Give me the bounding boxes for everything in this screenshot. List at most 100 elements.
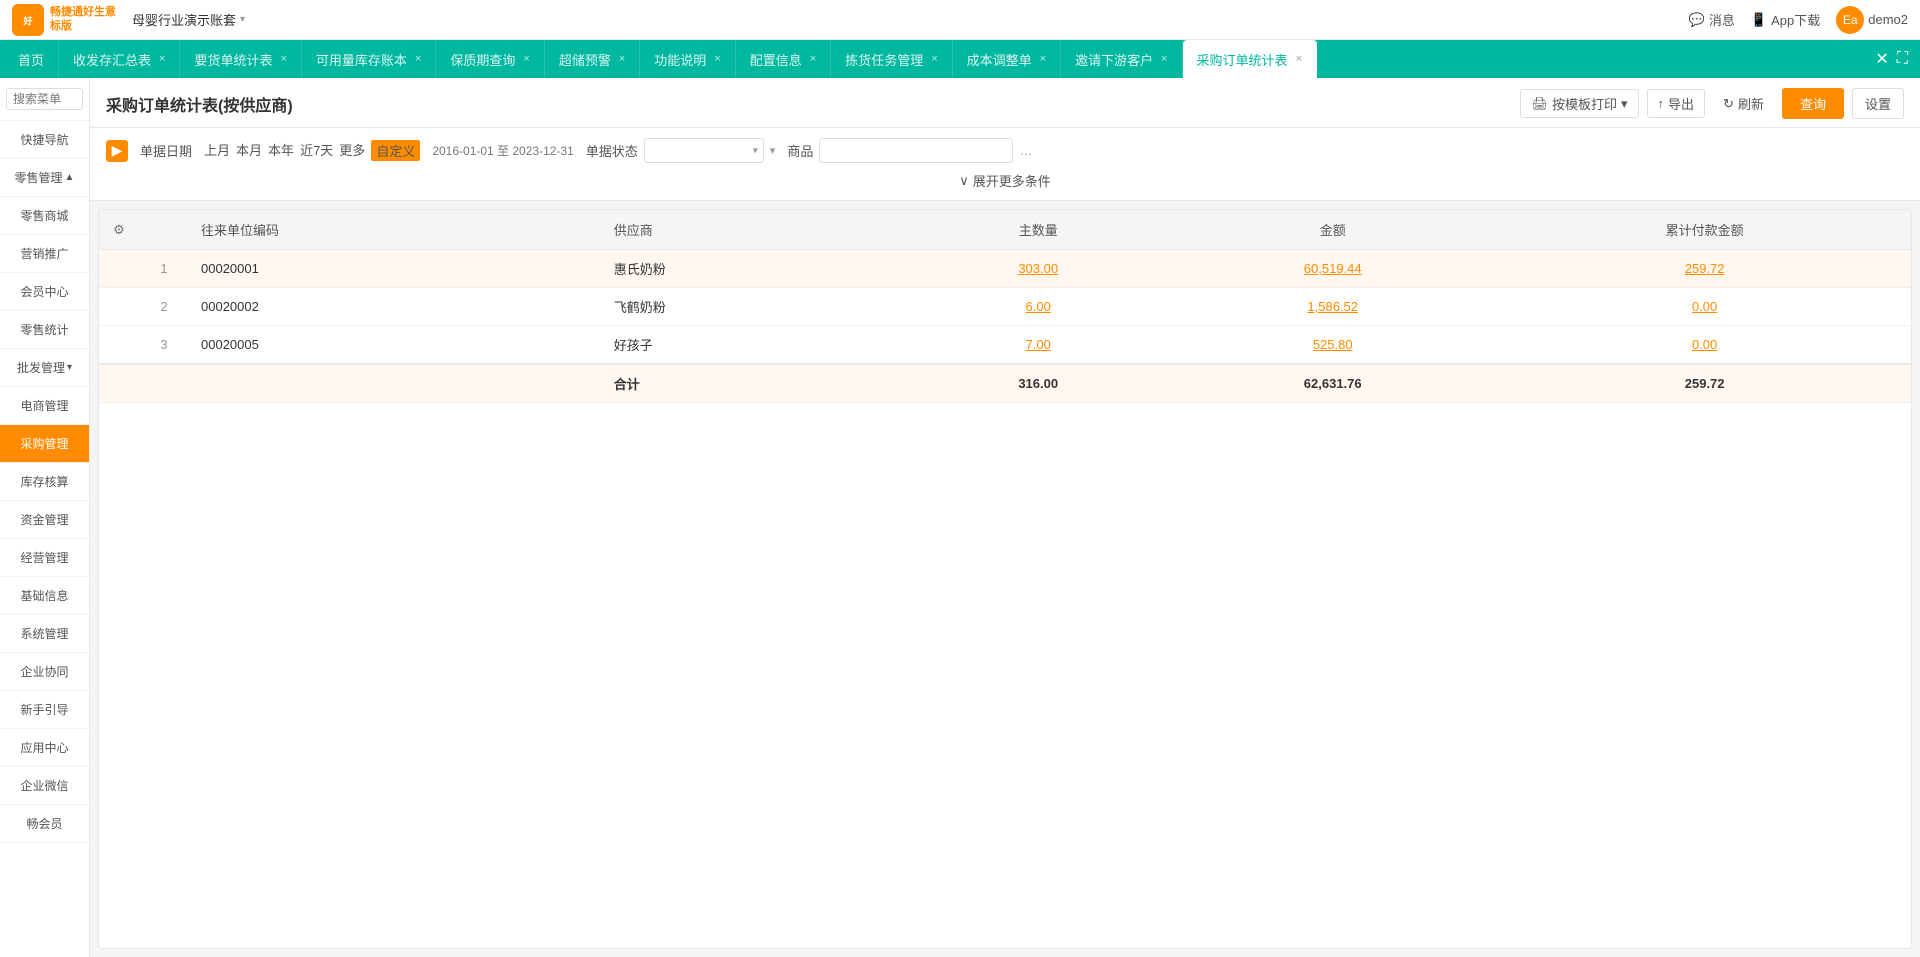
main-qty-link[interactable]: 7.00 [1026, 337, 1051, 352]
sidebar-item-purchase-mgmt[interactable]: 采购管理 [0, 425, 89, 463]
tab-function-desc[interactable]: 功能说明 × [640, 40, 735, 78]
paid-amount-link[interactable]: 0.00 [1692, 337, 1717, 352]
settings-button[interactable]: 设置 [1852, 88, 1904, 119]
date-quick-more[interactable]: 更多 [339, 140, 365, 161]
date-quick-this-year[interactable]: 本年 [268, 140, 294, 161]
date-quick-7days[interactable]: 近7天 [300, 140, 333, 161]
status-label: 单据状态 [586, 141, 638, 160]
expand-icon: ∨ [959, 173, 969, 189]
export-icon: ↑ [1658, 96, 1665, 111]
print-icon: 🖨 [1531, 96, 1548, 112]
refresh-button[interactable]: ↻ 刷新 [1713, 90, 1774, 117]
sidebar-item-marketing[interactable]: 营销推广 [0, 235, 89, 273]
paid-amount-link[interactable]: 259.72 [1685, 261, 1725, 276]
tab-warranty-query[interactable]: 保质期查询 × [436, 40, 544, 78]
goods-more-icon[interactable]: … [1019, 143, 1032, 158]
close-icon[interactable]: × [619, 53, 625, 65]
status-select[interactable] [644, 138, 764, 163]
top-bar-right: 💬 消息 📱 App下载 Ea demo2 [1689, 6, 1908, 34]
footer-empty-gear [99, 364, 139, 403]
row-main-qty: 6.00 [909, 288, 1167, 326]
close-all-tabs-button[interactable]: ✕ [1875, 49, 1888, 69]
amount-link[interactable]: 1,586.52 [1307, 299, 1358, 314]
tab-overstock-warning[interactable]: 超储预警 × [545, 40, 640, 78]
main-qty-link[interactable]: 6.00 [1026, 299, 1051, 314]
row-amount: 60,519.44 [1167, 250, 1498, 288]
workspace-selector[interactable]: 母婴行业演示账套 ▾ [124, 6, 253, 33]
date-quick-this-month[interactable]: 本月 [236, 140, 262, 161]
date-filter-label: 单据日期 [140, 141, 192, 160]
tab-config-info[interactable]: 配置信息 × [736, 40, 831, 78]
close-icon[interactable]: × [931, 53, 937, 65]
sidebar-item-member-center[interactable]: 会员中心 [0, 273, 89, 311]
status-select-wrapper [644, 138, 764, 163]
close-icon[interactable]: × [1040, 53, 1046, 65]
tab-cost-adjust[interactable]: 成本调整单 × [953, 40, 1061, 78]
close-icon[interactable]: × [810, 53, 816, 65]
column-supplier-name: 供应商 [602, 210, 910, 250]
row-supplier-code: 00020001 [189, 250, 602, 288]
tab-purchase-summary[interactable]: 采购订单统计表 × [1183, 40, 1317, 78]
main-qty-link[interactable]: 303.00 [1018, 261, 1058, 276]
row-amount: 1,586.52 [1167, 288, 1498, 326]
table-area: ⚙ 往来单位编码 供应商 主数量 金额 [98, 209, 1912, 949]
sidebar-item-wholesale-mgmt[interactable]: 批发管理 ▾ [0, 349, 89, 387]
sidebar-item-retail-shop[interactable]: 零售商城 [0, 197, 89, 235]
user-profile[interactable]: Ea demo2 [1836, 6, 1908, 34]
sidebar-item-enterprise-collab[interactable]: 企业协同 [0, 653, 89, 691]
tab-receive-summary[interactable]: 收发存汇总表 × [59, 40, 180, 78]
filter-toggle-button[interactable]: ▶ [106, 140, 128, 162]
date-range-display: 2016-01-01 至 2023-12-31 [432, 142, 573, 159]
close-icon[interactable]: × [159, 53, 165, 65]
query-button[interactable]: 查询 [1782, 88, 1844, 119]
row-amount: 525.80 [1167, 326, 1498, 365]
goods-input[interactable] [819, 138, 1013, 163]
sidebar-item-inventory-check[interactable]: 库存核算 [0, 463, 89, 501]
row-gear [99, 288, 139, 326]
app-download-button[interactable]: 📱 App下载 [1751, 10, 1820, 29]
expand-more-button[interactable]: ∨ 展开更多条件 [959, 171, 1051, 190]
table-row: 1 00020001 惠氏奶粉 303.00 60,519.44 259.72 [99, 250, 1911, 288]
close-icon[interactable]: × [523, 53, 529, 65]
amount-link[interactable]: 60,519.44 [1304, 261, 1362, 276]
close-icon[interactable]: × [1296, 53, 1302, 65]
export-button[interactable]: ↑ 导出 [1647, 89, 1706, 118]
close-icon[interactable]: × [1161, 53, 1167, 65]
close-icon[interactable]: × [280, 53, 286, 65]
tab-requisition-summary[interactable]: 要货单统计表 × [180, 40, 301, 78]
row-supplier-name: 惠氏奶粉 [602, 250, 910, 288]
tab-home[interactable]: 首页 [4, 40, 59, 78]
workspace-name: 母婴行业演示账套 [132, 10, 236, 29]
top-bar-left: 好 畅捷通好生意 标版 母婴行业演示账套 ▾ [12, 4, 253, 36]
sidebar-item-retail-stats[interactable]: 零售统计 [0, 311, 89, 349]
table-row: 3 00020005 好孩子 7.00 525.80 0.00 [99, 326, 1911, 365]
close-icon[interactable]: × [415, 53, 421, 65]
sidebar-item-fund-mgmt[interactable]: 资金管理 [0, 501, 89, 539]
column-gear[interactable]: ⚙ [99, 210, 139, 250]
paid-amount-link[interactable]: 0.00 [1692, 299, 1717, 314]
sidebar-item-app-center[interactable]: 应用中心 [0, 729, 89, 767]
tab-pick-task[interactable]: 拣货任务管理 × [831, 40, 952, 78]
sidebar-item-quick-nav[interactable]: 快捷导航 [0, 121, 89, 159]
sidebar-item-new-guide[interactable]: 新手引导 [0, 691, 89, 729]
tab-invite-downstream[interactable]: 邀请下游客户 × [1061, 40, 1182, 78]
maximize-button[interactable]: ⛶ [1897, 50, 1908, 68]
amount-link[interactable]: 525.80 [1313, 337, 1353, 352]
sidebar-item-enterprise-wechat[interactable]: 企业微信 [0, 767, 89, 805]
sidebar-item-ecommerce-mgmt[interactable]: 电商管理 [0, 387, 89, 425]
avatar: Ea [1836, 6, 1864, 34]
date-quick-last-month[interactable]: 上月 [204, 140, 230, 161]
chevron-down-icon: ▲ [65, 172, 75, 183]
row-main-qty: 7.00 [909, 326, 1167, 365]
message-button[interactable]: 💬 消息 [1689, 10, 1735, 29]
tab-available-stock[interactable]: 可用量库存账本 × [302, 40, 436, 78]
sidebar-item-vip-member[interactable]: 畅会员 [0, 805, 89, 843]
print-button[interactable]: 🖨 按模板打印 ▾ [1520, 89, 1638, 118]
sidebar-item-basic-info[interactable]: 基础信息 [0, 577, 89, 615]
close-icon[interactable]: × [714, 53, 720, 65]
sidebar-item-ops-mgmt[interactable]: 经营管理 [0, 539, 89, 577]
sidebar-item-sys-mgmt[interactable]: 系统管理 [0, 615, 89, 653]
refresh-icon: ↻ [1723, 96, 1734, 112]
search-menu-input[interactable] [6, 88, 83, 110]
sidebar-item-retail-mgmt[interactable]: 零售管理 ▲ [0, 159, 89, 197]
